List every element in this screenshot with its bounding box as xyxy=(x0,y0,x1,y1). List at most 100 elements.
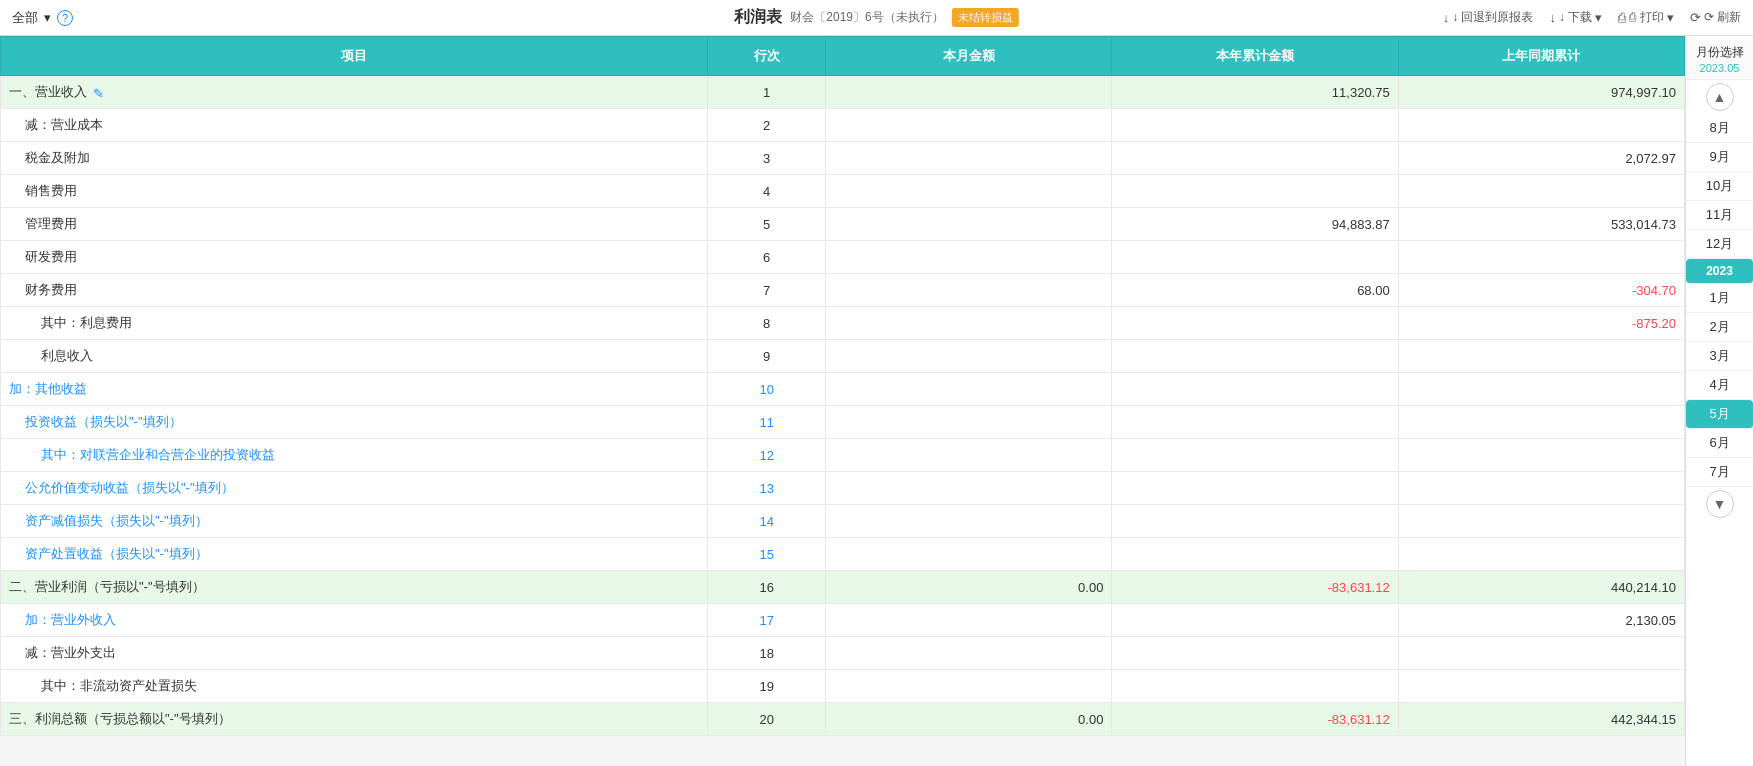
dropdown-icon[interactable]: ▾ xyxy=(44,10,51,25)
month-item[interactable]: 6月 xyxy=(1686,429,1753,458)
cell-year-amount xyxy=(1112,373,1398,406)
cell-row-num: 8 xyxy=(708,307,826,340)
cell-item: 投资收益（损失以"-"填列） xyxy=(1,406,708,439)
month-item[interactable]: 12月 xyxy=(1686,230,1753,259)
cell-year-amount xyxy=(1112,241,1398,274)
cell-row-num: 4 xyxy=(708,175,826,208)
cell-item: 财务费用 xyxy=(1,274,708,307)
table-row: 减：营业外支出18 xyxy=(1,637,1685,670)
cell-year-amount xyxy=(1112,505,1398,538)
cell-row-num: 13 xyxy=(708,472,826,505)
cell-month-amount xyxy=(826,142,1112,175)
table-row: 其中：利息费用8-875.20 xyxy=(1,307,1685,340)
table-row: 其中：非流动资产处置损失19 xyxy=(1,670,1685,703)
cell-row-num: 17 xyxy=(708,604,826,637)
cell-prev-amount: 533,014.73 xyxy=(1398,208,1684,241)
cell-month-amount xyxy=(826,472,1112,505)
download-btn[interactable]: ↓ ↓ 下载 ▾ xyxy=(1549,9,1602,26)
nav-up[interactable]: ▲ xyxy=(1706,83,1734,111)
table-row: 研发费用6 xyxy=(1,241,1685,274)
cell-row-num: 6 xyxy=(708,241,826,274)
month-item[interactable]: 8月 xyxy=(1686,114,1753,143)
download-icon: ↓ xyxy=(1549,10,1556,25)
cell-month-amount xyxy=(826,340,1112,373)
cell-prev-amount xyxy=(1398,373,1684,406)
cell-prev-amount xyxy=(1398,505,1684,538)
cell-year-amount xyxy=(1112,340,1398,373)
cell-year-amount xyxy=(1112,142,1398,175)
month-item[interactable]: 9月 xyxy=(1686,143,1753,172)
edit-icon[interactable]: ✎ xyxy=(93,86,107,100)
month-item[interactable]: 4月 xyxy=(1686,371,1753,400)
print-btn[interactable]: ⎙ ⎙ 打印 ▾ xyxy=(1618,9,1673,26)
table-row: 投资收益（损失以"-"填列）11 xyxy=(1,406,1685,439)
table-header-row: 项目 行次 本月金额 本年累计金额 上年同期累计 xyxy=(1,37,1685,76)
table-container[interactable]: 项目 行次 本月金额 本年累计金额 上年同期累计 一、营业收入✎111,320.… xyxy=(0,36,1685,766)
month-item[interactable]: 5月 xyxy=(1686,400,1753,429)
month-item[interactable]: 2023 xyxy=(1686,259,1753,284)
cell-row-num: 20 xyxy=(708,703,826,736)
cell-item: 公允价值变动收益（损失以"-"填列） xyxy=(1,472,708,505)
cell-row-num: 10 xyxy=(708,373,826,406)
cell-prev-amount xyxy=(1398,538,1684,571)
top-bar-left: 全部 ▾ ? xyxy=(12,9,73,27)
cell-year-amount: -83,631.12 xyxy=(1112,571,1398,604)
cell-month-amount xyxy=(826,670,1112,703)
cell-year-amount xyxy=(1112,109,1398,142)
cell-item: 其中：非流动资产处置损失 xyxy=(1,670,708,703)
cell-prev-amount: -304.70 xyxy=(1398,274,1684,307)
unrealized-badge: 未结转损益 xyxy=(952,8,1019,27)
cell-month-amount xyxy=(826,373,1112,406)
month-item[interactable]: 2月 xyxy=(1686,313,1753,342)
table-row: 其中：对联营企业和合营企业的投资收益12 xyxy=(1,439,1685,472)
cell-item: 减：营业外支出 xyxy=(1,637,708,670)
cell-prev-amount: 440,214.10 xyxy=(1398,571,1684,604)
cell-year-amount xyxy=(1112,670,1398,703)
cell-row-num: 16 xyxy=(708,571,826,604)
month-item[interactable]: 7月 xyxy=(1686,458,1753,487)
cell-row-num: 19 xyxy=(708,670,826,703)
scope-label: 全部 xyxy=(12,9,38,27)
cell-year-amount xyxy=(1112,307,1398,340)
cell-item: 其中：利息费用 xyxy=(1,307,708,340)
back-btn[interactable]: ↓ ↓ 回退到原报表 xyxy=(1443,9,1534,26)
cell-row-num: 12 xyxy=(708,439,826,472)
cell-item: 三、利润总额（亏损总额以"-"号填列） xyxy=(1,703,708,736)
top-bar-right: ↓ ↓ 回退到原报表 ↓ ↓ 下载 ▾ ⎙ ⎙ 打印 ▾ ⟳ ⟳ 刷新 xyxy=(1443,9,1741,26)
month-item[interactable]: 3月 xyxy=(1686,342,1753,371)
table-row: 减：营业成本2 xyxy=(1,109,1685,142)
month-item[interactable]: 1月 xyxy=(1686,284,1753,313)
cell-month-amount xyxy=(826,637,1112,670)
cell-item: 加：营业外收入 xyxy=(1,604,708,637)
cell-row-num: 9 xyxy=(708,340,826,373)
cell-prev-amount xyxy=(1398,439,1684,472)
cell-year-amount: 68.00 xyxy=(1112,274,1398,307)
cell-prev-amount xyxy=(1398,340,1684,373)
cell-year-amount xyxy=(1112,604,1398,637)
cell-prev-amount xyxy=(1398,175,1684,208)
cell-row-num: 5 xyxy=(708,208,826,241)
back-icon: ↓ xyxy=(1443,10,1450,25)
cell-month-amount xyxy=(826,241,1112,274)
nav-down[interactable]: ▼ xyxy=(1706,490,1734,518)
main-layout: 项目 行次 本月金额 本年累计金额 上年同期累计 一、营业收入✎111,320.… xyxy=(0,36,1753,766)
table-row: 加：其他收益10 xyxy=(1,373,1685,406)
cell-year-amount xyxy=(1112,406,1398,439)
refresh-btn[interactable]: ⟳ ⟳ 刷新 xyxy=(1690,9,1741,26)
month-item[interactable]: 11月 xyxy=(1686,201,1753,230)
help-icon[interactable]: ? xyxy=(57,10,73,26)
side-panel-title: 月份选择 2023.05 xyxy=(1686,40,1753,80)
cell-item: 资产处置收益（损失以"-"填列） xyxy=(1,538,708,571)
table-row: 一、营业收入✎111,320.75974,997.10 xyxy=(1,76,1685,109)
cell-item: 其中：对联营企业和合营企业的投资收益 xyxy=(1,439,708,472)
cell-year-amount xyxy=(1112,439,1398,472)
cell-month-amount xyxy=(826,76,1112,109)
cell-item: 研发费用 xyxy=(1,241,708,274)
month-item[interactable]: 10月 xyxy=(1686,172,1753,201)
table-row: 二、营业利润（亏损以"-"号填列）160.00-83,631.12440,214… xyxy=(1,571,1685,604)
cell-row-num: 18 xyxy=(708,637,826,670)
col-header-year: 本年累计金额 xyxy=(1112,37,1398,76)
cell-prev-amount: 2,130.05 xyxy=(1398,604,1684,637)
col-header-prev: 上年同期累计 xyxy=(1398,37,1684,76)
cell-prev-amount xyxy=(1398,637,1684,670)
